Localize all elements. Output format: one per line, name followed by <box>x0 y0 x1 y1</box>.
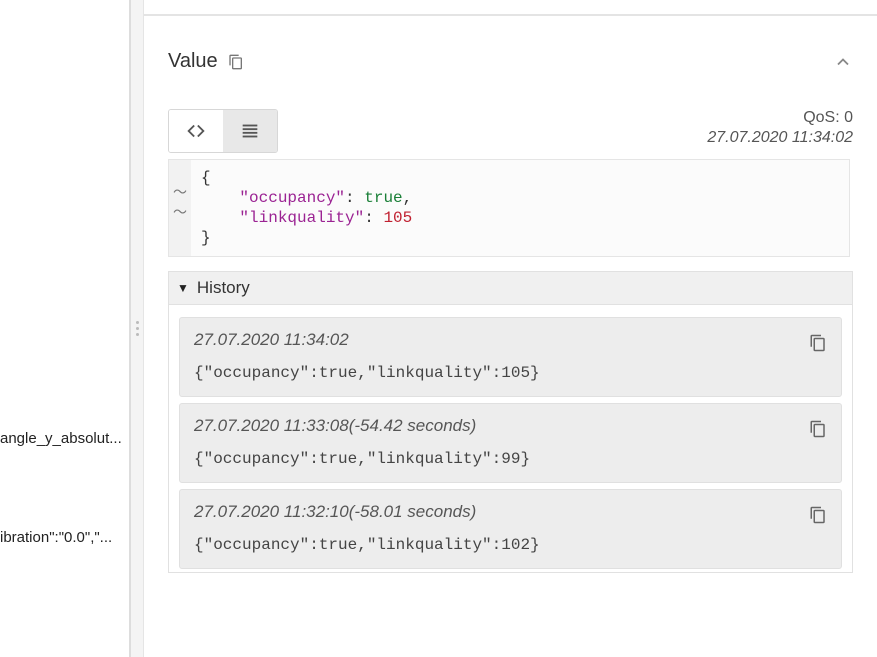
payload-code: 〜 〜 { "occupancy": true, "linkquality": … <box>168 159 850 257</box>
history-item: 27.07.2020 11:34:02 {"occupancy":true,"l… <box>179 317 842 397</box>
copy-icon[interactable] <box>228 54 244 70</box>
code-key: "linkquality" <box>239 209 364 227</box>
history-list[interactable]: 27.07.2020 11:34:02 {"occupancy":true,"l… <box>168 305 853 573</box>
view-formatted-button[interactable] <box>223 110 277 152</box>
history-timestamp: 27.07.2020 11:34:02 <box>194 330 827 350</box>
history-toggle[interactable]: ▼ History <box>168 271 853 305</box>
history-payload: {"occupancy":true,"linkquality":102} <box>194 536 827 554</box>
history-timestamp: 27.07.2020 11:33:08(-54.42 seconds) <box>194 416 827 436</box>
spark-icon[interactable]: 〜 <box>173 202 187 222</box>
history-payload: {"occupancy":true,"linkquality":99} <box>194 450 827 468</box>
copy-icon[interactable] <box>809 420 827 443</box>
copy-icon[interactable] <box>809 334 827 357</box>
code-bool: true <box>364 189 402 207</box>
sidebar-item-ibration[interactable]: ibration":"0.0","... <box>0 525 125 550</box>
history-payload: {"occupancy":true,"linkquality":105} <box>194 364 827 382</box>
splitter-handle[interactable] <box>131 0 143 657</box>
payload-timestamp: 27.07.2020 11:34:02 <box>707 129 853 147</box>
history-title: History <box>197 278 250 298</box>
code-key: "occupancy" <box>239 189 345 207</box>
triangle-down-icon: ▼ <box>177 281 189 295</box>
code-brace: } <box>201 229 211 247</box>
value-panel: Value <box>143 0 877 657</box>
code-number: 105 <box>383 209 412 227</box>
panel-title: Value <box>168 50 218 73</box>
qos-label: QoS: 0 <box>707 109 853 127</box>
collapse-icon[interactable] <box>833 52 853 72</box>
code-brace: { <box>201 169 211 187</box>
sidebar-item-angle[interactable]: angle_y_absolut... <box>0 426 125 451</box>
spark-icon[interactable]: 〜 <box>173 182 187 202</box>
history-item: 27.07.2020 11:32:10(-58.01 seconds) {"oc… <box>179 489 842 569</box>
view-toggle <box>168 109 278 153</box>
history-timestamp: 27.07.2020 11:32:10(-58.01 seconds) <box>194 502 827 522</box>
copy-icon[interactable] <box>809 506 827 529</box>
top-border <box>144 0 877 16</box>
history-item: 27.07.2020 11:33:08(-54.42 seconds) {"oc… <box>179 403 842 483</box>
view-raw-button[interactable] <box>169 110 223 152</box>
sidebar: angle_y_absolut... ibration":"0.0","... <box>0 0 131 657</box>
